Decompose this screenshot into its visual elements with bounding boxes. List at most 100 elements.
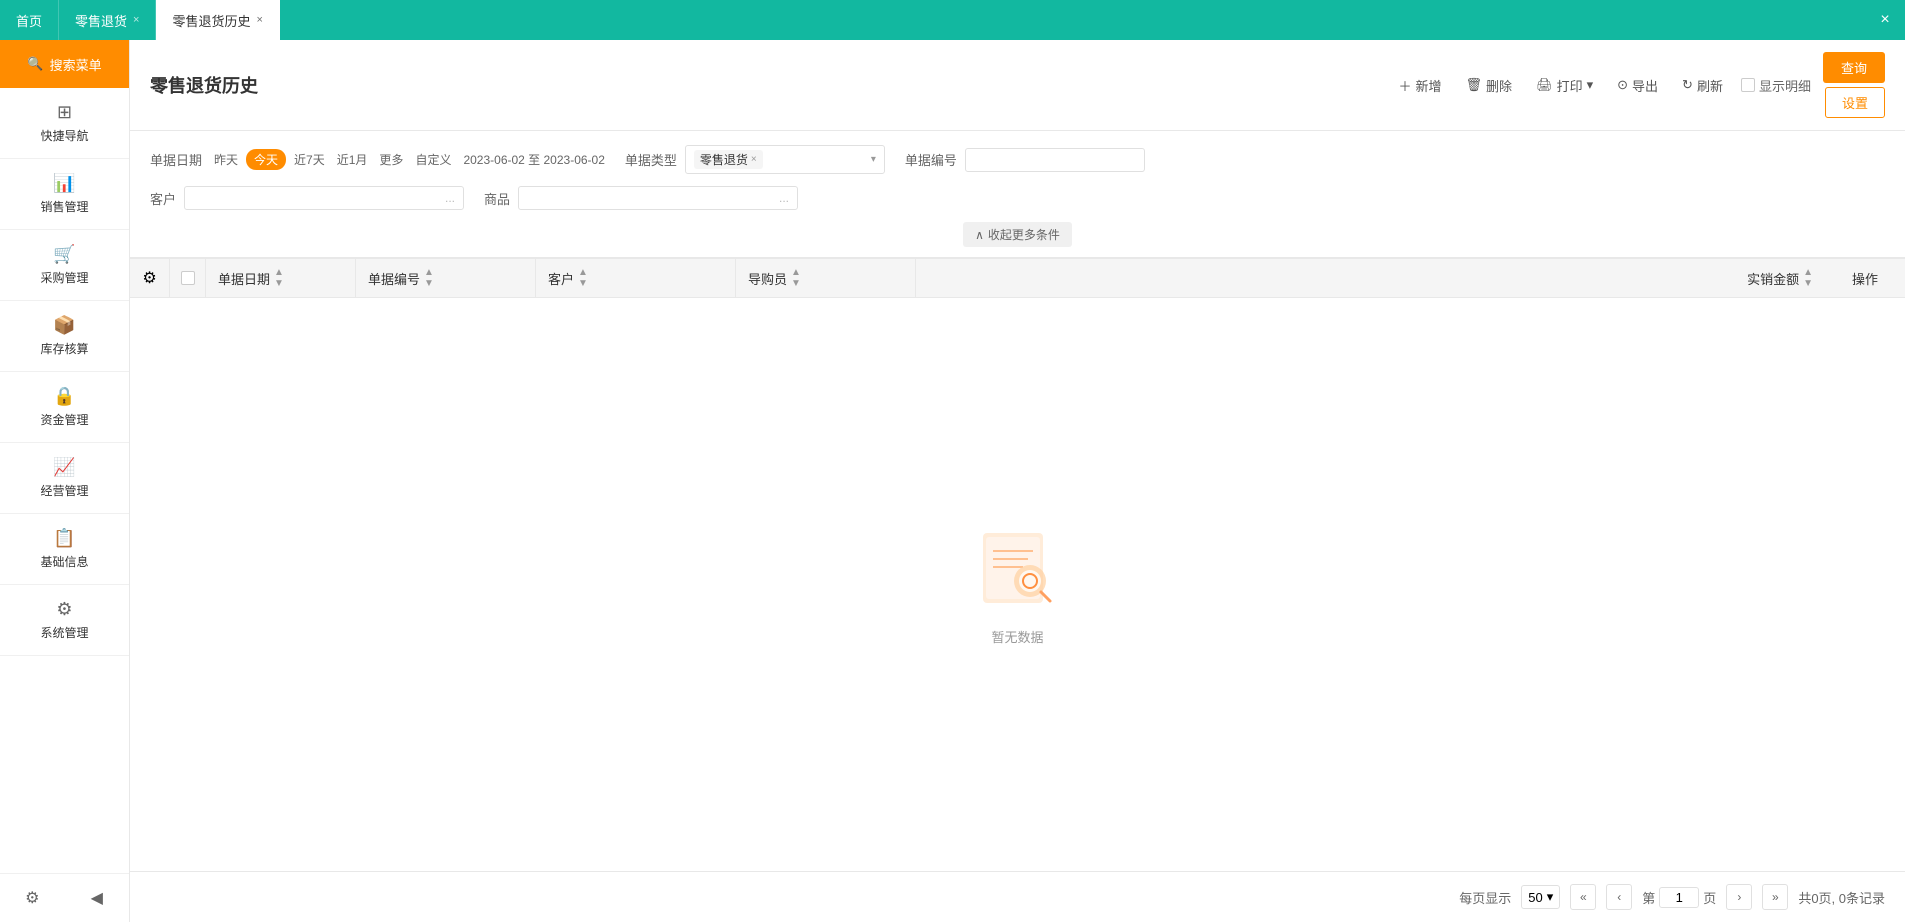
table-select-all-checkbox[interactable] — [170, 259, 206, 297]
tab-retail-return-history[interactable]: 零售退货历史 × — [156, 0, 279, 40]
date-range-buttons: 昨天 今天 近7天 近1月 更多 自定义 — [210, 149, 455, 170]
date-btn-today[interactable]: 今天 — [246, 149, 286, 170]
query-settings-group: 查询 设置 — [1823, 52, 1885, 118]
system-mgmt-icon: ⚙ — [56, 599, 72, 620]
sidebar-search-label: 搜索菜单 — [50, 55, 102, 74]
tab-retail-return[interactable]: 零售退货 × — [59, 0, 156, 40]
th-number-sort-icon: ▲▼ — [424, 268, 434, 289]
tab-retail-return-close[interactable]: × — [133, 14, 139, 26]
print-label: 打印 — [1557, 76, 1583, 95]
quick-nav-icon: ⊞ — [57, 102, 72, 123]
collapse-label: 收起更多条件 — [988, 226, 1060, 243]
header-actions: ＋ 新增 🗑 删除 🖨 打印 ▾ ⊙ 导出 ↻ 刷新 — [1393, 52, 1886, 118]
show-detail-checkbox[interactable] — [1741, 78, 1755, 92]
sidebar-item-quick-nav-label: 快捷导航 — [40, 127, 88, 144]
page-info: 第 页 — [1642, 887, 1716, 908]
select-all-checkbox[interactable] — [181, 271, 195, 285]
sidebar: 🔍 搜索菜单 ⊞ 快捷导航 📊 销售管理 🛒 采购管理 📦 库存核算 🔒 资金管… — [0, 40, 130, 922]
next-page-button[interactable]: › — [1726, 884, 1752, 910]
customer-filter-field: 客户 ... — [150, 186, 464, 210]
prev-page-button[interactable]: ‹ — [1606, 884, 1632, 910]
th-number[interactable]: 单据编号 ▲▼ — [356, 259, 536, 297]
date-btn-custom[interactable]: 自定义 — [411, 149, 455, 170]
last-page-button[interactable]: » — [1762, 884, 1788, 910]
doctype-tag: 零售退货 × — [694, 150, 763, 169]
sidebar-search[interactable]: 🔍 搜索菜单 — [0, 40, 129, 88]
search-icon: 🔍 — [27, 56, 43, 72]
export-icon: ⊙ — [1617, 77, 1628, 93]
export-button[interactable]: ⊙ 导出 — [1611, 72, 1664, 99]
th-guide[interactable]: 导购员 ▲▼ — [736, 259, 916, 297]
sidebar-item-purchase-mgmt-label: 采购管理 — [40, 269, 88, 286]
doctype-tag-close[interactable]: × — [751, 154, 757, 165]
refresh-button[interactable]: ↻ 刷新 — [1676, 72, 1729, 99]
print-icon: 🖨 — [1536, 77, 1553, 93]
settings-button[interactable]: 设置 — [1825, 87, 1885, 118]
sidebar-item-business-mgmt-label: 经营管理 — [40, 482, 88, 499]
page-number-input[interactable] — [1659, 887, 1699, 908]
docnumber-input[interactable] — [965, 148, 1145, 172]
table-settings-icon: ⚙ — [142, 268, 156, 288]
sidebar-item-system-mgmt[interactable]: ⚙ 系统管理 — [0, 585, 129, 656]
main-layout: 🔍 搜索菜单 ⊞ 快捷导航 📊 销售管理 🛒 采购管理 📦 库存核算 🔒 资金管… — [0, 40, 1905, 922]
th-ops-label: 操作 — [1852, 269, 1878, 288]
date-btn-1month[interactable]: 近1月 — [333, 149, 372, 170]
top-bar: 首页 零售退货 × 零售退货历史 × × — [0, 0, 1905, 40]
goods-input[interactable]: ... — [518, 186, 798, 210]
filter-area: 单据日期 昨天 今天 近7天 近1月 更多 自定义 2023-06-02 至 2… — [130, 131, 1905, 258]
window-close-button[interactable]: × — [1865, 0, 1905, 40]
sidebar-item-sales-mgmt[interactable]: 📊 销售管理 — [0, 159, 129, 230]
sidebar-item-system-mgmt-label: 系统管理 — [40, 624, 88, 641]
first-page-button[interactable]: « — [1570, 884, 1596, 910]
new-button[interactable]: ＋ 新增 — [1393, 72, 1448, 99]
doctype-select[interactable]: 零售退货 × ▾ — [685, 145, 885, 174]
date-btn-7days[interactable]: 近7天 — [290, 149, 329, 170]
date-btn-more[interactable]: 更多 — [375, 149, 407, 170]
first-page-icon: « — [1580, 890, 1587, 904]
date-range-value: 2023-06-02 至 2023-06-02 — [463, 151, 604, 168]
sidebar-item-inventory-calc-label: 库存核算 — [40, 340, 88, 357]
table-settings-button[interactable]: ⚙ — [130, 259, 170, 297]
sidebar-item-inventory-calc[interactable]: 📦 库存核算 — [0, 301, 129, 372]
page-label: 第 — [1642, 888, 1655, 907]
date-filter-field: 单据日期 昨天 今天 近7天 近1月 更多 自定义 2023-06-02 至 2… — [150, 149, 605, 170]
sidebar-item-basic-info-label: 基础信息 — [40, 553, 88, 570]
collapse-button[interactable]: ∧ 收起更多条件 — [963, 222, 1072, 247]
th-customer-sort-icon: ▲▼ — [578, 268, 588, 289]
next-page-icon: › — [1737, 890, 1741, 904]
filter-row-2: 客户 ... 商品 ... — [150, 186, 1885, 210]
sidebar-menu-button[interactable]: ◀ — [81, 882, 113, 914]
docnumber-filter-field: 单据编号 — [905, 148, 1145, 172]
th-number-label: 单据编号 — [368, 269, 420, 288]
customer-filter-label: 客户 — [150, 189, 176, 208]
query-button[interactable]: 查询 — [1823, 52, 1885, 83]
tab-home[interactable]: 首页 — [0, 0, 59, 40]
sidebar-item-quick-nav[interactable]: ⊞ 快捷导航 — [0, 88, 129, 159]
table-area: ⚙ 单据日期 ▲▼ 单据编号 ▲▼ 客户 ▲▼ 导购员 — [130, 258, 1905, 871]
sidebar-item-finance-mgmt[interactable]: 🔒 资金管理 — [0, 372, 129, 443]
sidebar-item-business-mgmt[interactable]: 📈 经营管理 — [0, 443, 129, 514]
customer-input[interactable]: ... — [184, 186, 464, 210]
sidebar-settings-button[interactable]: ⚙ — [16, 882, 48, 914]
page-size-select[interactable]: 50 ▾ — [1521, 885, 1560, 909]
delete-button[interactable]: 🗑 删除 — [1460, 72, 1519, 99]
last-page-icon: » — [1772, 890, 1779, 904]
sidebar-item-purchase-mgmt[interactable]: 🛒 采购管理 — [0, 230, 129, 301]
date-btn-yesterday[interactable]: 昨天 — [210, 149, 242, 170]
print-button[interactable]: 🖨 打印 ▾ — [1530, 72, 1599, 99]
finance-mgmt-icon: 🔒 — [53, 386, 75, 407]
th-date-label: 单据日期 — [218, 269, 270, 288]
tab-retail-return-history-close[interactable]: × — [256, 14, 262, 26]
th-date[interactable]: 单据日期 ▲▼ — [206, 259, 356, 297]
th-amount-sort-icon: ▲▼ — [1803, 268, 1813, 289]
refresh-label: 刷新 — [1697, 76, 1723, 95]
date-range-input: 2023-06-02 至 2023-06-02 — [463, 151, 604, 168]
new-label: 新增 — [1416, 76, 1442, 95]
customer-input-placeholder: ... — [445, 191, 455, 205]
th-ops: 操作 — [1825, 259, 1905, 297]
th-amount[interactable]: 实销金额 ▲▼ — [916, 259, 1825, 297]
th-customer[interactable]: 客户 ▲▼ — [536, 259, 736, 297]
th-amount-label: 实销金额 — [1747, 269, 1799, 288]
sidebar-item-basic-info[interactable]: 📋 基础信息 — [0, 514, 129, 585]
th-guide-sort-icon: ▲▼ — [791, 268, 801, 289]
